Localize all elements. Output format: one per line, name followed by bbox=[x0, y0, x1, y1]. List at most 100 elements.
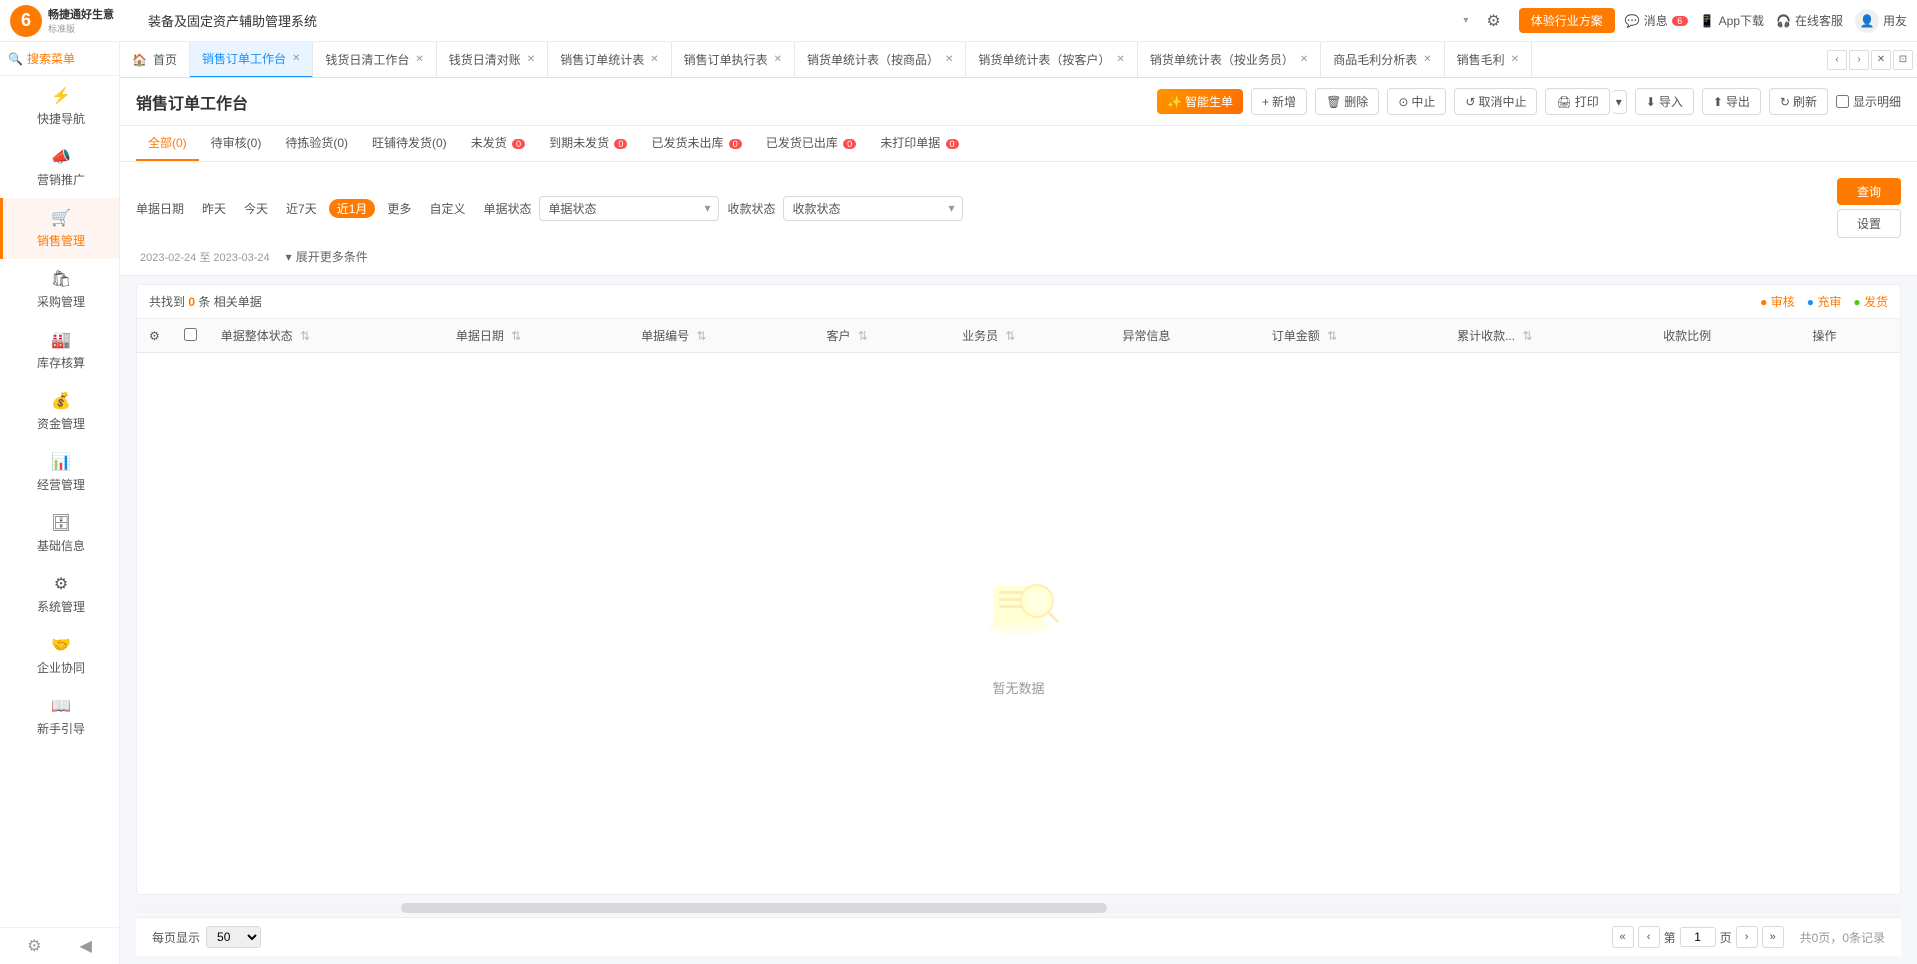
sidebar-item-capital[interactable]: 💰 资金管理 bbox=[0, 381, 119, 442]
sidebar-search[interactable]: 🔍 搜索菜单 bbox=[0, 42, 119, 76]
export-button[interactable]: ⬆ 导出 bbox=[1702, 88, 1761, 115]
sidebar-item-system[interactable]: ⚙ 系统管理 bbox=[0, 564, 119, 625]
sub-tab-overdue-not-shipped[interactable]: 到期未发货 0 bbox=[537, 126, 639, 161]
horizontal-scrollbar[interactable] bbox=[136, 903, 1901, 913]
status-select[interactable]: 单据状态 ▾ bbox=[539, 196, 719, 221]
message-button[interactable]: 💬 消息 6 bbox=[1625, 12, 1688, 29]
print-button[interactable]: 🖨 打印 bbox=[1545, 88, 1609, 115]
tab-scroll-left[interactable]: ‹ bbox=[1827, 50, 1847, 70]
date-opt-today[interactable]: 今天 bbox=[238, 198, 274, 219]
date-opt-1month[interactable]: 近1月 bbox=[329, 199, 376, 218]
sub-tab-not-printed[interactable]: 未打印单据 0 bbox=[868, 126, 970, 161]
sidebar-item-inventory[interactable]: 🏭 库存核算 bbox=[0, 320, 119, 381]
date-opt-yesterday[interactable]: 昨天 bbox=[196, 198, 232, 219]
tab-sales-by-customer[interactable]: 销货单统计表（按客户） ✕ bbox=[966, 42, 1137, 78]
detail-checkbox-input[interactable] bbox=[1836, 95, 1849, 108]
scroll-thumb[interactable] bbox=[401, 903, 1107, 913]
ai-generate-button[interactable]: ✨ 智能生单 bbox=[1157, 89, 1243, 114]
tab-maximize[interactable]: ⊡ bbox=[1893, 50, 1913, 70]
tab-close-order-exec[interactable]: ✕ bbox=[774, 54, 782, 65]
sub-tab-shipped-not-out[interactable]: 已发货未出库 0 bbox=[639, 126, 753, 161]
refresh-button[interactable]: ↻ 刷新 bbox=[1769, 88, 1828, 115]
review-action[interactable]: ● 审核 bbox=[1760, 293, 1795, 310]
tab-close-sales-order[interactable]: ✕ bbox=[292, 53, 300, 64]
collapse-icon[interactable]: ◀ bbox=[80, 936, 92, 956]
online-service-button[interactable]: 🎧 在线客服 bbox=[1776, 12, 1843, 29]
sidebar-item-base-info[interactable]: 🗄 基础信息 bbox=[0, 503, 119, 564]
cancel-stop-button[interactable]: ↺ 取消中止 bbox=[1454, 88, 1537, 115]
col-amount[interactable]: 订单金额 ⇅ bbox=[1260, 319, 1445, 353]
last-page-button[interactable]: » bbox=[1762, 926, 1784, 948]
sub-tab-all[interactable]: 全部(0) bbox=[136, 126, 199, 161]
tab-close-sales-by-staff[interactable]: ✕ bbox=[1300, 54, 1308, 65]
tab-close-order-stats[interactable]: ✕ bbox=[650, 54, 658, 65]
tab-close-sales-profit[interactable]: ✕ bbox=[1511, 54, 1519, 65]
sidebar-item-purchase[interactable]: 🛍 采购管理 bbox=[0, 259, 119, 320]
col-date[interactable]: 单据日期 ⇅ bbox=[444, 319, 629, 353]
system-dropdown-arrow[interactable]: ▾ bbox=[1463, 15, 1468, 26]
tab-gross-margin[interactable]: 商品毛利分析表 ✕ bbox=[1321, 42, 1444, 78]
new-button[interactable]: + 新增 bbox=[1251, 88, 1307, 115]
sidebar-item-enterprise[interactable]: 🤝 企业协同 bbox=[0, 625, 119, 686]
sidebar-item-sales[interactable]: 🛒 销售管理 bbox=[0, 198, 119, 259]
sub-tab-pending-pick[interactable]: 待拣验货(0) bbox=[273, 126, 360, 161]
date-opt-7days[interactable]: 近7天 bbox=[280, 198, 323, 219]
tab-close-daily-clear[interactable]: ✕ bbox=[415, 54, 423, 65]
app-download-button[interactable]: 📱 App下载 bbox=[1700, 12, 1764, 29]
sidebar-item-operations[interactable]: 📊 经营管理 bbox=[0, 442, 119, 503]
tab-home[interactable]: 🏠 首页 bbox=[120, 42, 190, 78]
next-page-button[interactable]: › bbox=[1736, 926, 1758, 948]
delete-button[interactable]: 🗑 删除 bbox=[1315, 88, 1379, 115]
sidebar-item-marketing[interactable]: 📣 营销推广 bbox=[0, 137, 119, 198]
payment-select[interactable]: 收款状态 ▾ bbox=[783, 196, 963, 221]
tab-reconcile[interactable]: 钱货日清对账 ✕ bbox=[437, 42, 548, 78]
tab-sales-by-staff[interactable]: 销货单统计表（按业务员） ✕ bbox=[1138, 42, 1321, 78]
col-status[interactable]: 单据整体状态 ⇅ bbox=[209, 319, 444, 353]
sub-tab-wangpu-pending[interactable]: 旺铺待发货(0) bbox=[360, 126, 459, 161]
user-menu[interactable]: 👤 用友 bbox=[1855, 9, 1907, 33]
filter-settings-button[interactable]: 设置 bbox=[1837, 209, 1901, 238]
sidebar-item-guide[interactable]: 📖 新手引导 bbox=[0, 686, 119, 747]
tab-sales-order[interactable]: 销售订单工作台 ✕ bbox=[190, 42, 313, 78]
per-page-select[interactable]: 50 20 100 bbox=[206, 926, 261, 948]
tab-close-reconcile[interactable]: ✕ bbox=[527, 54, 535, 65]
select-all-checkbox[interactable] bbox=[184, 328, 197, 341]
header-actions: 💬 消息 6 📱 App下载 🎧 在线客服 👤 用友 bbox=[1625, 9, 1907, 33]
industry-button[interactable]: 体验行业方案 bbox=[1519, 8, 1615, 33]
tab-close-sales-by-product[interactable]: ✕ bbox=[945, 54, 953, 65]
tab-close-all[interactable]: ✕ bbox=[1871, 50, 1891, 70]
col-customer[interactable]: 客户 ⇅ bbox=[814, 319, 950, 353]
expand-filter-button[interactable]: ▾ 展开更多条件 bbox=[286, 248, 368, 265]
sidebar-item-quick-nav[interactable]: ⚡ 快捷导航 bbox=[0, 76, 119, 137]
col-settings[interactable]: ⚙ bbox=[137, 319, 172, 353]
sub-tab-shipped-out[interactable]: 已发货已出库 0 bbox=[754, 126, 868, 161]
first-page-button[interactable]: « bbox=[1612, 926, 1634, 948]
page-number-input[interactable] bbox=[1680, 927, 1716, 947]
import-button[interactable]: ⬇ 导入 bbox=[1635, 88, 1694, 115]
tab-close-gross-margin[interactable]: ✕ bbox=[1423, 54, 1431, 65]
col-collected[interactable]: 累计收款... ⇅ bbox=[1445, 319, 1651, 353]
prev-page-button[interactable]: ‹ bbox=[1638, 926, 1660, 948]
sub-tab-pending-review[interactable]: 待审核(0) bbox=[199, 126, 274, 161]
settings-footer-icon[interactable]: ⚙ bbox=[27, 936, 41, 956]
ship-action[interactable]: ● 发货 bbox=[1853, 293, 1888, 310]
show-detail-checkbox[interactable]: 显示明细 bbox=[1836, 93, 1901, 110]
col-number[interactable]: 单据编号 ⇅ bbox=[629, 319, 814, 353]
tab-order-exec[interactable]: 销售订单执行表 ✕ bbox=[672, 42, 795, 78]
tab-close-sales-by-customer[interactable]: ✕ bbox=[1116, 54, 1124, 65]
col-staff[interactable]: 业务员 ⇅ bbox=[950, 319, 1110, 353]
date-opt-more[interactable]: 更多 bbox=[381, 198, 417, 219]
settings-icon[interactable]: ⚙ bbox=[1486, 11, 1500, 31]
tab-sales-by-product[interactable]: 销货单统计表（按商品） ✕ bbox=[795, 42, 966, 78]
tab-scroll-right[interactable]: › bbox=[1849, 50, 1869, 70]
print-dropdown[interactable]: ▾ bbox=[1612, 90, 1627, 114]
query-button[interactable]: 查询 bbox=[1837, 178, 1901, 205]
sub-tab-not-shipped[interactable]: 未发货 0 bbox=[459, 126, 537, 161]
tab-daily-clear[interactable]: 钱货日清工作台 ✕ bbox=[313, 42, 436, 78]
col-checkbox[interactable] bbox=[172, 319, 209, 353]
undo-review-action[interactable]: ● 充审 bbox=[1807, 293, 1842, 310]
tab-sales-profit[interactable]: 销售毛利 ✕ bbox=[1445, 42, 1532, 78]
date-opt-custom[interactable]: 自定义 bbox=[423, 198, 471, 219]
tab-order-stats[interactable]: 销售订单统计表 ✕ bbox=[548, 42, 671, 78]
stop-button[interactable]: ⊙ 中止 bbox=[1387, 88, 1446, 115]
